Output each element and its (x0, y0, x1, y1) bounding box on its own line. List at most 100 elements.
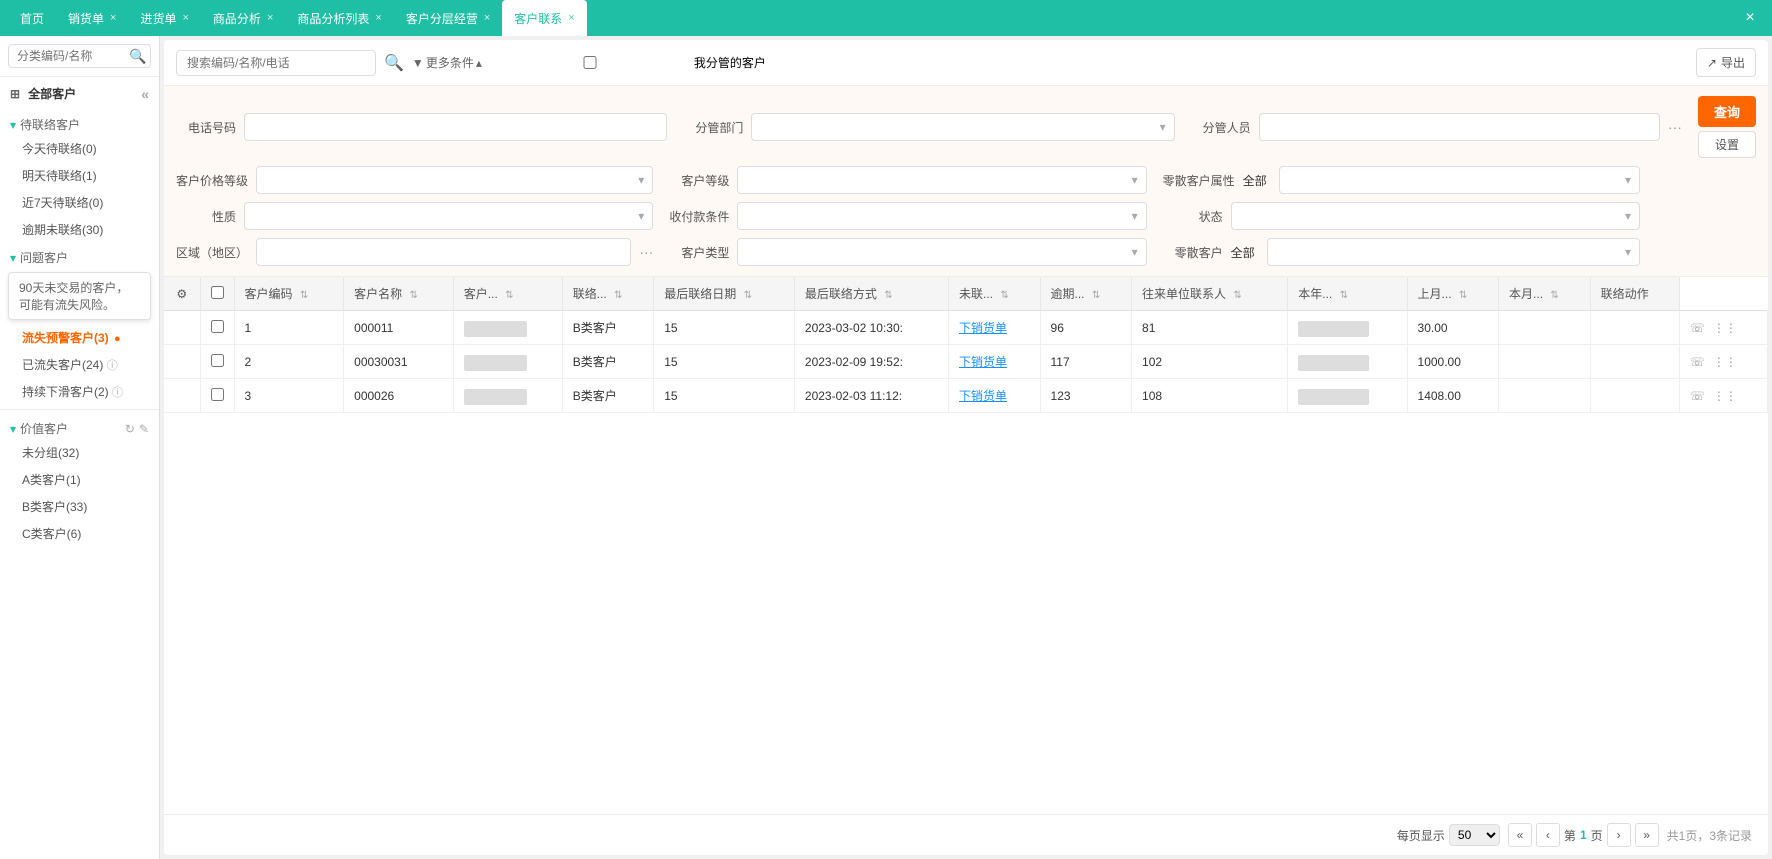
sort-uncontact-icon[interactable]: ⇅ (1000, 290, 1008, 301)
nav-sales-order[interactable]: 销货单 × (56, 0, 128, 36)
action-more-icon[interactable]: ⋮⋮ (1713, 321, 1737, 335)
sidebar-section-problem[interactable]: ▾ 问题客户 (0, 243, 159, 268)
filter-nature-select[interactable]: ▾ (244, 202, 653, 230)
content-area: 🔍 ▼ 更多条件 ▴ 我分管的客户 ↗ 导出 电话号码 (164, 40, 1768, 855)
filter-dept-select[interactable]: ▾ (751, 113, 1174, 141)
filter-payment-select[interactable]: ▾ (737, 202, 1146, 230)
sidebar-collapse-icon[interactable]: « (141, 86, 149, 102)
last-page-button[interactable]: » (1635, 823, 1659, 847)
action-contact-icon[interactable]: ☏ (1690, 321, 1705, 335)
page-suffix: 页 (1591, 827, 1603, 844)
sidebar-item-overdue[interactable]: 逾期未联络(30) (0, 216, 159, 243)
search-input[interactable] (176, 50, 376, 76)
filter-status-select[interactable]: ▾ (1231, 202, 1640, 230)
filter-retail-attr-select[interactable]: ▾ (1279, 166, 1640, 194)
sidebar-item-class-a[interactable]: A类客户(1) (0, 466, 159, 493)
row-actions[interactable]: ☏ ⋮⋮ (1679, 311, 1767, 345)
filter-customer-type-select[interactable]: ▾ (737, 238, 1146, 266)
row-contact-person: ████ (1288, 379, 1407, 413)
row-checkbox-cell[interactable] (200, 379, 234, 413)
edit-icon[interactable]: ✎ (139, 422, 149, 436)
per-page-select[interactable]: 50 100 200 (1449, 824, 1500, 846)
sort-year-icon[interactable]: ⇅ (1340, 290, 1348, 301)
prev-page-button[interactable]: ‹ (1536, 823, 1560, 847)
sidebar-item-churn-warning[interactable]: 流失预警客户(3) ● (0, 324, 159, 351)
row-actions[interactable]: ☏ ⋮⋮ (1679, 345, 1767, 379)
action-contact-icon[interactable]: ☏ (1690, 389, 1705, 403)
row-checkbox-cell[interactable] (200, 345, 234, 379)
nav-product-analysis[interactable]: 商品分析 × (201, 0, 285, 36)
filter-phone-input[interactable] (244, 113, 667, 141)
close-product-analysis-icon[interactable]: × (267, 12, 273, 24)
close-sales-order-icon[interactable]: × (110, 12, 116, 24)
close-product-analysis-list-icon[interactable]: × (375, 12, 381, 24)
sidebar-item-class-c[interactable]: C类客户(6) (0, 520, 159, 547)
my-customers-checkbox[interactable] (490, 56, 690, 69)
more-btn-person[interactable]: ··· (1668, 119, 1682, 135)
nav-home[interactable]: 首页 (8, 0, 56, 36)
sidebar-section-value[interactable]: ▾ 价值客户 ↻ ✎ (0, 414, 159, 439)
first-page-button[interactable]: « (1508, 823, 1532, 847)
filter-retail-customer-select[interactable]: ▾ (1267, 238, 1640, 266)
filter-price-tier-select[interactable]: ▾ (256, 166, 653, 194)
query-button[interactable]: 查询 (1698, 96, 1756, 127)
sidebar-section-pending[interactable]: ▾ 待联络客户 (0, 110, 159, 135)
close-customer-contact-icon[interactable]: × (568, 12, 574, 24)
row-checkbox[interactable] (211, 388, 224, 401)
sidebar-item-declining[interactable]: 持续下滑客户(2) ⓘ (0, 378, 159, 405)
action-more-icon[interactable]: ⋮⋮ (1713, 355, 1737, 369)
row-last-method[interactable]: 下销货单 (949, 345, 1041, 379)
search-button[interactable]: 🔍 (384, 53, 404, 73)
next-page-button[interactable]: › (1607, 823, 1631, 847)
settings-button[interactable]: 设置 (1698, 131, 1756, 158)
close-customer-tier-icon[interactable]: × (484, 12, 490, 24)
sort-month-icon[interactable]: ⇅ (1550, 290, 1558, 301)
nav-customer-tier[interactable]: 客户分层经营 × (394, 0, 502, 36)
row-last-method[interactable]: 下销货单 (949, 311, 1041, 345)
action-contact-icon[interactable]: ☏ (1690, 355, 1705, 369)
row-this-year: 1408.00 (1407, 379, 1499, 413)
sort-type-icon[interactable]: ⇅ (505, 290, 513, 301)
checkbox-column-header[interactable] (200, 277, 234, 311)
more-btn-region[interactable]: ··· (639, 244, 653, 260)
filter-customer-type-label: 客户类型 (669, 244, 729, 261)
row-checkbox[interactable] (211, 320, 224, 333)
row-last-method[interactable]: 下销货单 (949, 379, 1041, 413)
table-row: 1 000011 ████ B类客户 15 2023-03-02 10:30: … (164, 311, 1768, 345)
sidebar-item-churned[interactable]: 已流失客户(24) ⓘ (0, 351, 159, 378)
filter-status: 状态 ▾ (1163, 202, 1640, 230)
sort-cp-icon[interactable]: ⇅ (1233, 290, 1241, 301)
nav-purchase-order[interactable]: 进货单 × (128, 0, 200, 36)
sort-overdue-icon[interactable]: ⇅ (1092, 290, 1100, 301)
sidebar-item-unclassified[interactable]: 未分组(32) (0, 439, 159, 466)
sidebar-item-tomorrow[interactable]: 明天待联络(1) (0, 162, 159, 189)
nav-customer-contact[interactable]: 客户联系 × (502, 0, 586, 36)
filter-region-input[interactable] (256, 238, 631, 266)
row-actions[interactable]: ☏ ⋮⋮ (1679, 379, 1767, 413)
sort-lmonth-icon[interactable]: ⇅ (1459, 290, 1467, 301)
action-more-icon[interactable]: ⋮⋮ (1713, 389, 1737, 403)
row-checkbox[interactable] (211, 354, 224, 367)
filter-customer-tier-select[interactable]: ▾ (737, 166, 1146, 194)
row-checkbox-cell[interactable] (200, 311, 234, 345)
sidebar-item-class-b[interactable]: B类客户(33) (0, 493, 159, 520)
sort-code-icon[interactable]: ⇅ (300, 290, 308, 301)
sort-method-icon[interactable]: ⇅ (884, 290, 892, 301)
sort-date-icon[interactable]: ⇅ (744, 290, 752, 301)
sidebar-all-customers[interactable]: ⊞ 全部客户 « (0, 77, 159, 110)
refresh-icon[interactable]: ↻ (125, 422, 135, 436)
more-conditions-btn[interactable]: ▼ 更多条件 ▴ (412, 54, 482, 71)
export-button[interactable]: ↗ 导出 (1696, 48, 1756, 77)
close-all-button[interactable]: × (1736, 4, 1764, 32)
sort-contact-icon[interactable]: ⇅ (614, 290, 622, 301)
nav-product-analysis-list[interactable]: 商品分析列表 × (285, 0, 393, 36)
my-customers-checkbox-label[interactable]: 我分管的客户 (490, 54, 766, 71)
select-all-checkbox[interactable] (211, 286, 224, 299)
close-purchase-order-icon[interactable]: × (182, 12, 188, 24)
filter-person-input[interactable] (1259, 113, 1660, 141)
gear-column-header[interactable]: ⚙ (164, 277, 200, 311)
sidebar-item-7days[interactable]: 近7天待联络(0) (0, 189, 159, 216)
sort-name-icon[interactable]: ⇅ (409, 290, 417, 301)
filter-retail-customer: 零散客户 全部 ▾ (1163, 238, 1640, 266)
sidebar-item-today[interactable]: 今天待联络(0) (0, 135, 159, 162)
